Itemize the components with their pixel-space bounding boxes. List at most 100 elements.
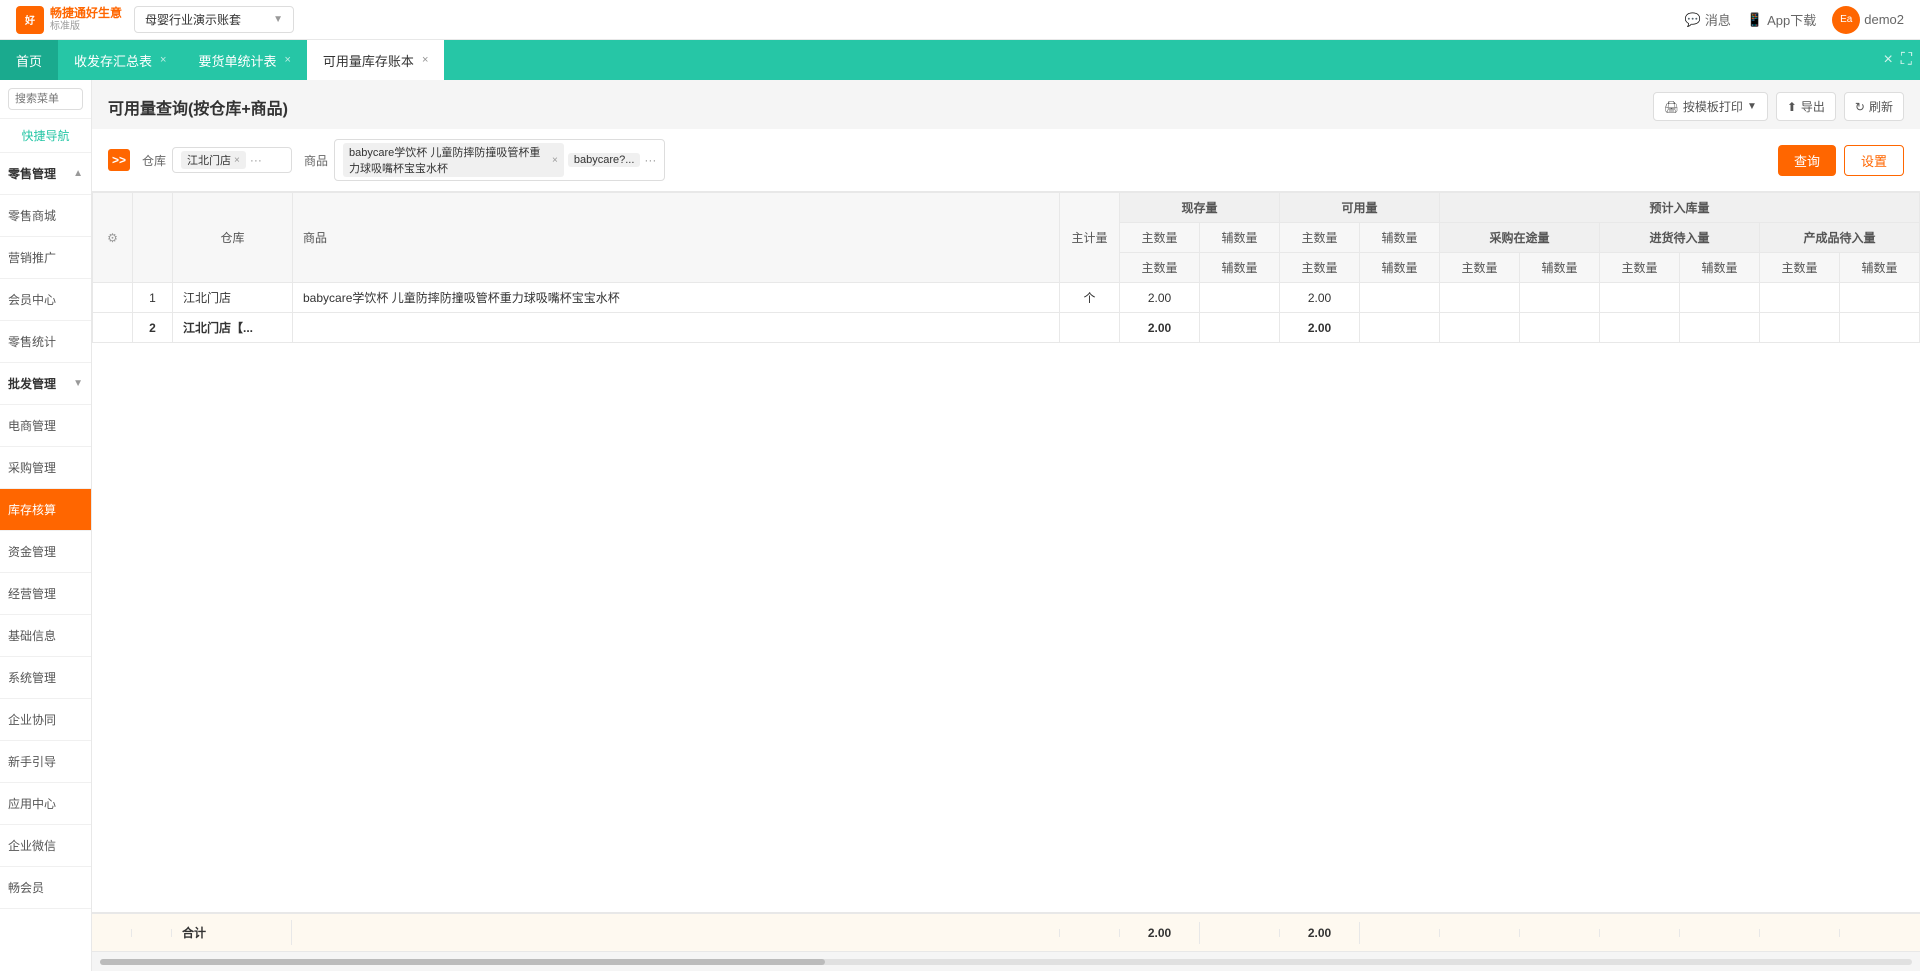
tab-order-stats[interactable]: 要货单统计表 × (182, 40, 306, 80)
row1-purchase-transit-aux (1520, 283, 1600, 313)
industry-selector[interactable]: 母婴行业演示账套 ▼ (134, 6, 294, 33)
bottom-scrollbar (92, 951, 1920, 971)
sidebar-item-purchase-mgmt[interactable]: 采购管理 (0, 447, 91, 489)
row2-incoming-aux (1680, 313, 1760, 343)
footer-stock-main: 2.00 (1120, 922, 1200, 944)
th-available-main: 主数量 (1280, 223, 1360, 253)
refresh-btn[interactable]: ↻ 刷新 (1844, 92, 1904, 121)
print-btn[interactable]: 🖨 按模板打印 ▼ (1653, 92, 1768, 121)
row2-available-aux (1360, 313, 1440, 343)
filter-product: 商品 babycare学饮杯 儿童防摔防撞吸管杯重力球吸嘴杯宝宝水杯 × bab… (304, 139, 665, 181)
warehouse-more-icon[interactable]: ··· (250, 153, 262, 167)
footer-stock-aux (1200, 929, 1280, 937)
sidebar-ecommerce-mgmt-label: 电商管理 (8, 417, 56, 434)
sidebar-item-marketing[interactable]: 营销推广 (0, 237, 91, 279)
sidebar-vip-member-label: 畅会员 (8, 879, 44, 896)
tab-receipt-summary-close[interactable]: × (160, 54, 166, 66)
sidebar-item-vip-member[interactable]: 畅会员 (0, 867, 91, 909)
filter-row: >> 仓库 江北门店 × ··· 商品 babycare学饮杯 儿童防摔防撞吸管… (92, 129, 1920, 192)
row2-stock-aux (1200, 313, 1280, 343)
th-purchase-transit-group: 采购在途量 (1440, 223, 1600, 253)
product-filter-input[interactable]: babycare学饮杯 儿童防摔防撞吸管杯重力球吸嘴杯宝宝水杯 × babyca… (334, 139, 665, 181)
sidebar-retail-mall-label: 零售商城 (8, 207, 56, 224)
th-purchase-transit-main: 主数量 (1440, 253, 1520, 283)
warehouse-filter-input[interactable]: 江北门店 × ··· (172, 147, 292, 173)
sidebar-item-retail-mall[interactable]: 零售商城 (0, 195, 91, 237)
row1-warehouse: 江北门店 (173, 283, 293, 313)
th-warehouse: 仓库 (173, 193, 293, 283)
row1-no: 1 (133, 283, 173, 313)
sidebar-item-retail-stats[interactable]: 零售统计 (0, 321, 91, 363)
app-download-btn[interactable]: 📱 App下载 (1747, 10, 1816, 29)
th-incoming-aux: 辅数量 (1680, 253, 1760, 283)
footer-no (132, 929, 172, 937)
industry-selector-label: 母婴行业演示账套 (145, 11, 241, 28)
sidebar-item-wholesale-mgmt[interactable]: 批发管理 ▼ (0, 363, 91, 405)
th-settings[interactable]: ⚙ (93, 193, 133, 283)
sidebar-item-app-center[interactable]: 应用中心 (0, 783, 91, 825)
horizontal-scrollbar-track[interactable] (100, 959, 1912, 965)
th-purchase-transit-aux: 辅数量 (1520, 253, 1600, 283)
fullscreen-btn[interactable]: ⛶ (1901, 51, 1912, 69)
sidebar-item-member-center[interactable]: 会员中心 (0, 279, 91, 321)
th-available-aux: 辅数量 (1360, 223, 1440, 253)
logo-text: 畅捷通好生意 (50, 6, 122, 20)
row1-product-incoming-main (1760, 283, 1840, 313)
sidebar-item-enterprise-collab[interactable]: 企业协同 (0, 699, 91, 741)
tab-receipt-summary[interactable]: 收发存汇总表 × (58, 40, 182, 80)
table-container: ⚙ 仓库 商品 主计量 现存量 可用量 预计入库量 主数量 辅数量 主数量 辅数… (92, 192, 1920, 912)
sidebar-item-finance-mgmt[interactable]: 资金管理 (0, 531, 91, 573)
logo-subtitle: 标准版 (50, 21, 122, 33)
sidebar: 快捷导航 零售管理 ▲ 零售商城 营销推广 会员中心 零售统计 批发管理 ▼ 电… (0, 80, 92, 971)
sidebar-inventory-check-label: 库存核算 (8, 501, 56, 518)
settings-btn[interactable]: 设置 (1844, 145, 1904, 176)
footer-in-aux (1680, 929, 1760, 937)
logo-icon: 好 (16, 6, 44, 34)
footer-pt-aux (1520, 929, 1600, 937)
top-bar: 好 畅捷通好生意 标准版 母婴行业演示账套 ▼ 💬 消息 📱 App下载 Ea … (0, 0, 1920, 40)
top-bar-right: 💬 消息 📱 App下载 Ea demo2 (1685, 6, 1904, 34)
export-btn[interactable]: ⬆ 导出 (1776, 92, 1836, 121)
tab-home[interactable]: 首页 (0, 40, 58, 80)
product-tag-1-remove[interactable]: × (552, 155, 558, 166)
tab-available-inventory-label: 可用量库存账本 (323, 51, 414, 70)
query-btn[interactable]: 查询 (1778, 145, 1836, 176)
product-tag-1: babycare学饮杯 儿童防摔防撞吸管杯重力球吸嘴杯宝宝水杯 × (343, 143, 564, 177)
row2-no: 2 (133, 313, 173, 343)
page-actions: 🖨 按模板打印 ▼ ⬆ 导出 ↻ 刷新 (1653, 92, 1904, 121)
tab-home-label: 首页 (16, 51, 42, 70)
top-bar-left: 好 畅捷通好生意 标准版 母婴行业演示账套 ▼ (16, 6, 294, 34)
sidebar-retail-mgmt-label: 零售管理 (8, 165, 56, 182)
message-btn[interactable]: 💬 消息 (1685, 10, 1731, 29)
th-stock-main-2: 主数量 (1120, 253, 1200, 283)
sidebar-item-enterprise-wechat[interactable]: 企业微信 (0, 825, 91, 867)
sidebar-item-inventory-check[interactable]: 库存核算 (0, 489, 91, 531)
page-title: 可用量查询(按仓库+商品) (108, 95, 288, 119)
filter-expand-btn[interactable]: >> (108, 149, 130, 171)
tab-order-stats-close[interactable]: × (284, 54, 290, 66)
tab-available-inventory[interactable]: 可用量库存账本 × (307, 40, 444, 80)
sidebar-item-operations-mgmt[interactable]: 经营管理 (0, 573, 91, 615)
sidebar-item-basic-info[interactable]: 基础信息 (0, 615, 91, 657)
product-more-icon[interactable]: ··· (644, 153, 656, 167)
warehouse-tag-remove[interactable]: × (234, 155, 240, 166)
sidebar-item-new-guide[interactable]: 新手引导 (0, 741, 91, 783)
search-input[interactable] (8, 88, 83, 110)
th-incoming-group: 进货待入量 (1600, 223, 1760, 253)
horizontal-scrollbar-thumb[interactable] (100, 959, 825, 965)
sidebar-item-ecommerce-mgmt[interactable]: 电商管理 (0, 405, 91, 447)
product-tag-1-value: babycare学饮杯 儿童防摔防撞吸管杯重力球吸嘴杯宝宝水杯 (349, 144, 549, 176)
sidebar-system-mgmt-label: 系统管理 (8, 669, 56, 686)
th-available-main-2: 主数量 (1280, 253, 1360, 283)
row2-warehouse: 江北门店【... (173, 313, 293, 343)
table-row: 2 江北门店【... 2.00 2.00 (93, 313, 1920, 343)
sidebar-item-system-mgmt[interactable]: 系统管理 (0, 657, 91, 699)
close-tab-btn[interactable]: × (1883, 51, 1892, 69)
row2-product-incoming-aux (1840, 313, 1920, 343)
user-area[interactable]: Ea demo2 (1832, 6, 1904, 34)
sidebar-quick-nav[interactable]: 快捷导航 (0, 119, 91, 153)
tab-available-inventory-close[interactable]: × (422, 54, 428, 66)
table-row: 1 江北门店 babycare学饮杯 儿童防摔防撞吸管杯重力球吸嘴杯宝宝水杯 个… (93, 283, 1920, 313)
sidebar-item-retail-mgmt[interactable]: 零售管理 ▲ (0, 153, 91, 195)
sidebar-basic-info-label: 基础信息 (8, 627, 56, 644)
